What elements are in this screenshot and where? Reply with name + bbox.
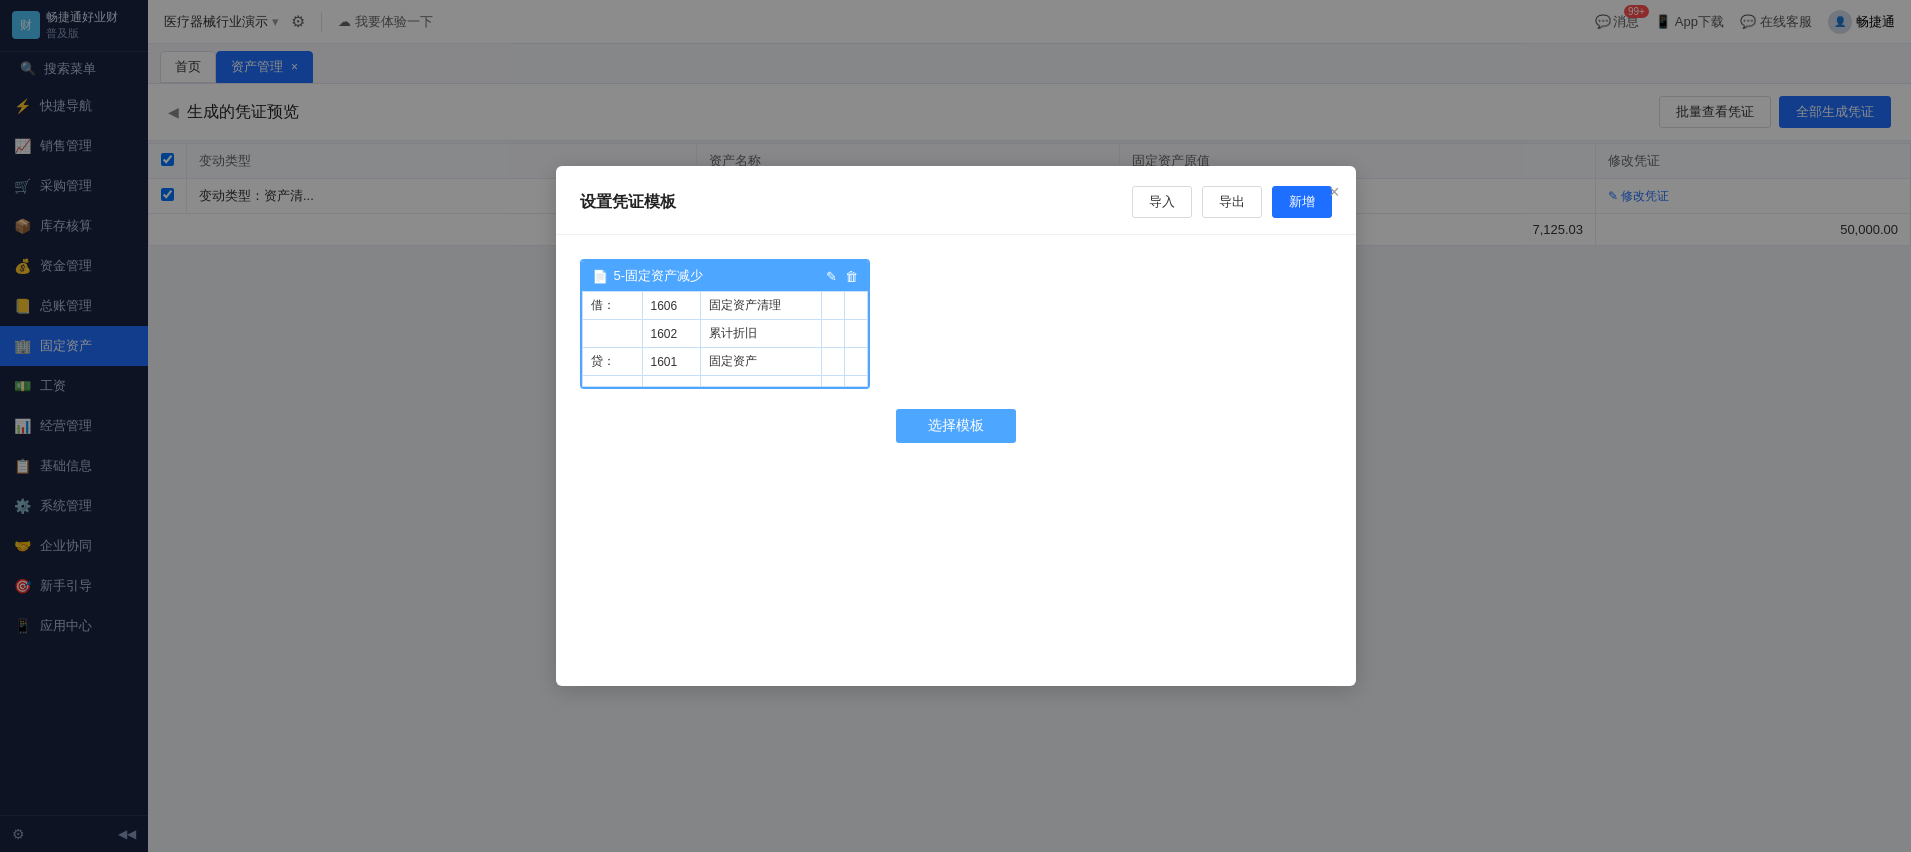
template-row-3: 贷： 1601 固定资产 — [582, 348, 867, 376]
template-card-header: 📄 5-固定资产减少 ✎ 🗑 — [582, 261, 868, 291]
template-desc-2: 累计折旧 — [701, 320, 821, 348]
template-debit-2 — [821, 320, 844, 348]
template-debit-1 — [821, 292, 844, 320]
template-edit-icon[interactable]: ✎ — [826, 269, 837, 284]
template-table: 借： 1606 固定资产清理 1602 累计折旧 — [582, 291, 868, 387]
template-header-icons: ✎ 🗑 — [826, 269, 858, 284]
template-row-2: 1602 累计折旧 — [582, 320, 867, 348]
template-side-4 — [582, 376, 642, 387]
template-doc-icon: 📄 — [592, 269, 608, 284]
modal-header: 设置凭证模板 导入 导出 新增 — [556, 166, 1356, 235]
template-desc-4 — [701, 376, 821, 387]
export-button[interactable]: 导出 — [1202, 186, 1262, 218]
template-side-2 — [582, 320, 642, 348]
template-desc-3: 固定资产 — [701, 348, 821, 376]
template-code-3: 1601 — [642, 348, 701, 376]
modal-header-actions: 导入 导出 新增 — [1132, 186, 1332, 218]
template-header-left: 📄 5-固定资产减少 — [592, 267, 704, 285]
new-button[interactable]: 新增 — [1272, 186, 1332, 218]
template-credit-4 — [844, 376, 867, 387]
template-code-2: 1602 — [642, 320, 701, 348]
template-delete-icon[interactable]: 🗑 — [845, 269, 858, 284]
modal-dialog: × 设置凭证模板 导入 导出 新增 📄 5-固定资产减少 ✎ — [556, 166, 1356, 686]
template-row-4 — [582, 376, 867, 387]
template-code-1: 1606 — [642, 292, 701, 320]
template-name: 5-固定资产减少 — [614, 267, 704, 285]
template-debit-3 — [821, 348, 844, 376]
modal-close-button[interactable]: × — [1329, 182, 1340, 203]
modal-body: 📄 5-固定资产减少 ✎ 🗑 借： 1606 固定资产清理 — [556, 235, 1356, 467]
import-button[interactable]: 导入 — [1132, 186, 1192, 218]
template-side-3: 贷： — [582, 348, 642, 376]
template-desc-1: 固定资产清理 — [701, 292, 821, 320]
template-credit-1 — [844, 292, 867, 320]
template-row-1: 借： 1606 固定资产清理 — [582, 292, 867, 320]
template-credit-3 — [844, 348, 867, 376]
modal-overlay[interactable]: × 设置凭证模板 导入 导出 新增 📄 5-固定资产减少 ✎ — [0, 0, 1911, 852]
template-code-4 — [642, 376, 701, 387]
template-card: 📄 5-固定资产减少 ✎ 🗑 借： 1606 固定资产清理 — [580, 259, 870, 389]
select-template-button[interactable]: 选择模板 — [896, 409, 1016, 443]
template-credit-2 — [844, 320, 867, 348]
template-side-1: 借： — [582, 292, 642, 320]
template-debit-4 — [821, 376, 844, 387]
modal-title: 设置凭证模板 — [580, 192, 676, 213]
